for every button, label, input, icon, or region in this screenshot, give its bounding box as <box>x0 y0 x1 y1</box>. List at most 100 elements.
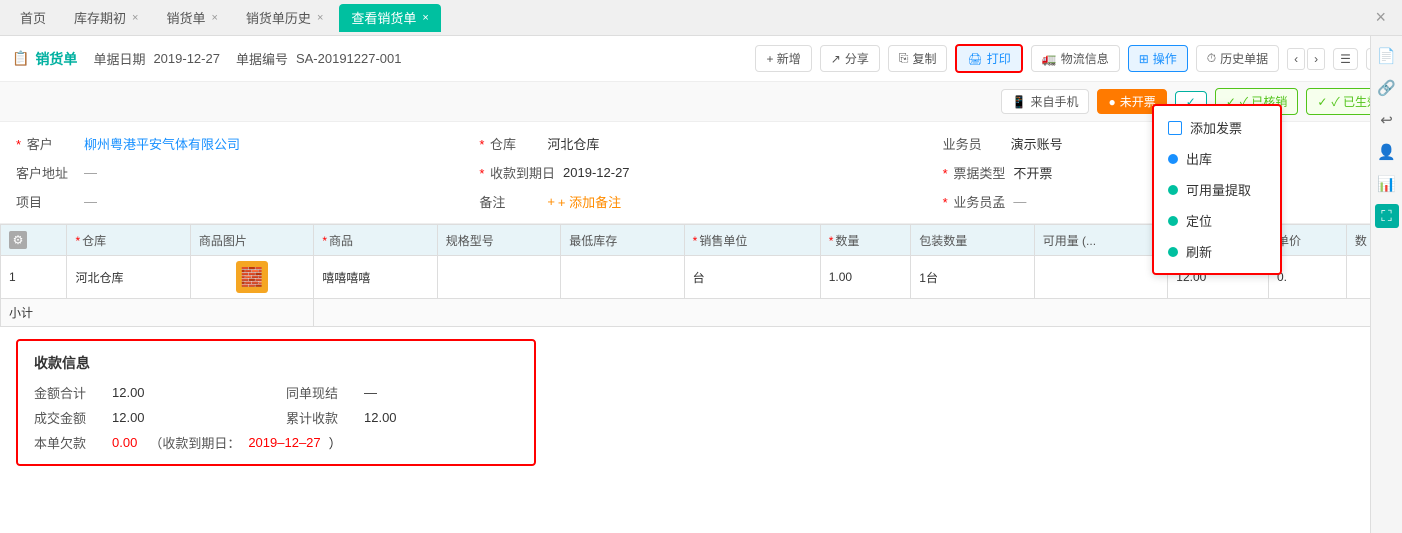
tab-sales-close[interactable]: × <box>211 12 217 24</box>
deal-value: 12.00 <box>112 410 145 425</box>
payment-box: 收款信息 金额合计 12.00 同单现结 — 成交金额 12.00 <box>16 339 536 466</box>
sidebar-user-icon[interactable]: 👤 <box>1375 140 1399 164</box>
doc-actions: + 新增 ↗ 分享 ⎘ 复制 🖨 打印 🚛 物流信息 <box>755 44 1390 73</box>
print-button[interactable]: 🖨 打印 <box>955 44 1022 73</box>
sidebar-expand-icon[interactable]: ⛶ <box>1375 204 1399 228</box>
new-button[interactable]: + 新增 <box>755 45 811 72</box>
th-available: 可用量 (... <box>1034 225 1168 256</box>
th-spec: 规格型号 <box>437 225 560 256</box>
nav-arrows: ‹ › <box>1287 48 1325 70</box>
note-label: 备注 <box>479 192 539 211</box>
th-pack-qty: 包装数量 <box>911 225 1034 256</box>
tab-inventory[interactable]: 库存期初 × <box>62 4 150 32</box>
outbound-item[interactable]: 出库 <box>1154 143 1280 174</box>
th-qty: *数量 <box>820 225 911 256</box>
payment-grid: 金额合计 12.00 同单现结 — 成交金额 12.00 累计收款 12.00 <box>34 383 518 452</box>
sidebar-chart-icon[interactable]: 📊 <box>1375 172 1399 196</box>
due-date-value: 2019-12-27 <box>563 165 630 180</box>
cumulative-row: 累计收款 12.00 <box>286 408 518 427</box>
owed-note: （收款到期日： <box>149 433 240 452</box>
check-effective-icon: ✓ <box>1317 95 1327 109</box>
refresh-label: 刷新 <box>1186 242 1212 261</box>
available-extract-dot-icon <box>1168 185 1178 195</box>
same-order-row: 同单现结 — <box>286 383 518 402</box>
deal-row: 成交金额 12.00 <box>34 408 266 427</box>
tab-view-sales-label: 查看销货单 <box>351 8 416 27</box>
total-label: 金额合计 <box>34 383 104 402</box>
doc-no-value: SA-20191227-001 <box>296 51 402 66</box>
same-order-label: 同单现结 <box>286 383 356 402</box>
ticket-value: 不开票 <box>1013 163 1052 182</box>
doc-header: 📋 销货单 单据日期 2019-12-27 单据编号 SA-20191227-0… <box>0 36 1402 82</box>
refresh-dot-icon <box>1168 247 1178 257</box>
customer-value[interactable]: 柳州粤港平安气体有限公司 <box>84 134 240 153</box>
add-invoice-item[interactable]: 添加发票 <box>1154 112 1280 143</box>
sidebar-doc-icon[interactable]: 📄 <box>1375 44 1399 68</box>
row-unit: 台 <box>684 256 820 299</box>
tab-sales-history-close[interactable]: × <box>317 12 323 24</box>
doc-title-text: 销货单 <box>35 49 77 69</box>
right-sidebar: 📄 🔗 ↩ 👤 📊 ⛶ <box>1370 36 1402 533</box>
copy-button[interactable]: ⎘ 复制 <box>888 45 948 72</box>
tab-home-label: 首页 <box>20 8 46 27</box>
next-button[interactable]: › <box>1307 48 1325 70</box>
staff-value: 演示账号 <box>1011 134 1063 153</box>
tab-view-sales-close[interactable]: × <box>422 12 428 24</box>
row-warehouse: 河北仓库 <box>67 256 190 299</box>
view-toggle-list[interactable]: ☰ <box>1333 48 1358 70</box>
staff-label: 业务员 <box>943 134 1003 153</box>
locate-item[interactable]: 定位 <box>1154 205 1280 236</box>
share-button[interactable]: ↗ 分享 <box>820 45 880 72</box>
note-row: 备注 + + 添加备注 <box>479 192 922 211</box>
project-row: 项目 — <box>16 192 459 211</box>
plus-icon: + <box>547 194 555 209</box>
tab-sales-history-label: 销货单历史 <box>246 8 311 27</box>
row-spec <box>437 256 560 299</box>
subtotal-row: 小计 <box>1 299 1402 327</box>
grid-icon: ⊞ <box>1139 52 1149 66</box>
address-row: 客户地址 — <box>16 163 459 182</box>
tab-inventory-close[interactable]: × <box>132 12 138 24</box>
row-qty: 1.00 <box>820 256 911 299</box>
tab-view-sales[interactable]: 查看销货单 × <box>339 4 440 32</box>
due-date-row: * 收款到期日 2019-12-27 <box>479 163 922 182</box>
from-phone-button[interactable]: 📱 来自手机 <box>1001 89 1090 114</box>
th-product: *商品 <box>314 225 437 256</box>
refresh-item[interactable]: 刷新 <box>1154 236 1280 267</box>
sidebar-link-icon[interactable]: 🔗 <box>1375 76 1399 100</box>
th-settings[interactable]: ⚙ <box>1 225 67 256</box>
th-image: 商品图片 <box>190 225 313 256</box>
product-image: 🧱 <box>236 261 268 293</box>
history-button[interactable]: ⏱ 历史单据 <box>1196 45 1279 72</box>
copy-icon: ⎘ <box>899 51 909 66</box>
tab-bar: 首页 库存期初 × 销货单 × 销货单历史 × 查看销货单 × × <box>0 0 1402 36</box>
operate-button[interactable]: ⊞ 操作 <box>1128 45 1188 72</box>
owed-label: 本单欠款 <box>34 433 104 452</box>
tab-sales-history[interactable]: 销货单历史 × <box>234 4 335 32</box>
available-extract-item[interactable]: 可用量提取 <box>1154 174 1280 205</box>
th-unit: *销售单位 <box>684 225 820 256</box>
share-icon: ↗ <box>831 52 841 66</box>
row-min-stock <box>561 256 684 299</box>
prev-button[interactable]: ‹ <box>1287 48 1305 70</box>
window-close-button[interactable]: × <box>1367 7 1394 28</box>
address-value: — <box>84 165 97 180</box>
settings-icon[interactable]: ⚙ <box>9 231 27 249</box>
sidebar-return-icon[interactable]: ↩ <box>1375 108 1399 132</box>
cumulative-value: 12.00 <box>364 410 397 425</box>
tab-home[interactable]: 首页 <box>8 4 58 32</box>
warehouse-value: 河北仓库 <box>547 134 599 153</box>
available-extract-label: 可用量提取 <box>1186 180 1251 199</box>
row-pack-qty: 1台 <box>911 256 1034 299</box>
same-order-value: — <box>364 385 377 400</box>
add-note-button[interactable]: + + 添加备注 <box>547 192 621 211</box>
owed-row: 本单欠款 0.00 （收款到期日： 2019–12–27 ） <box>34 433 518 452</box>
total-row: 金额合计 12.00 <box>34 383 266 402</box>
history-icon: ⏱ <box>1207 51 1216 66</box>
doc-date-value: 2019-12-27 <box>153 51 220 66</box>
logistics-button[interactable]: 🚛 物流信息 <box>1031 45 1120 72</box>
tab-sales[interactable]: 销货单 × <box>154 4 229 32</box>
payment-title: 收款信息 <box>34 353 518 373</box>
truck-icon: 🚛 <box>1042 52 1057 66</box>
row-available <box>1034 256 1168 299</box>
